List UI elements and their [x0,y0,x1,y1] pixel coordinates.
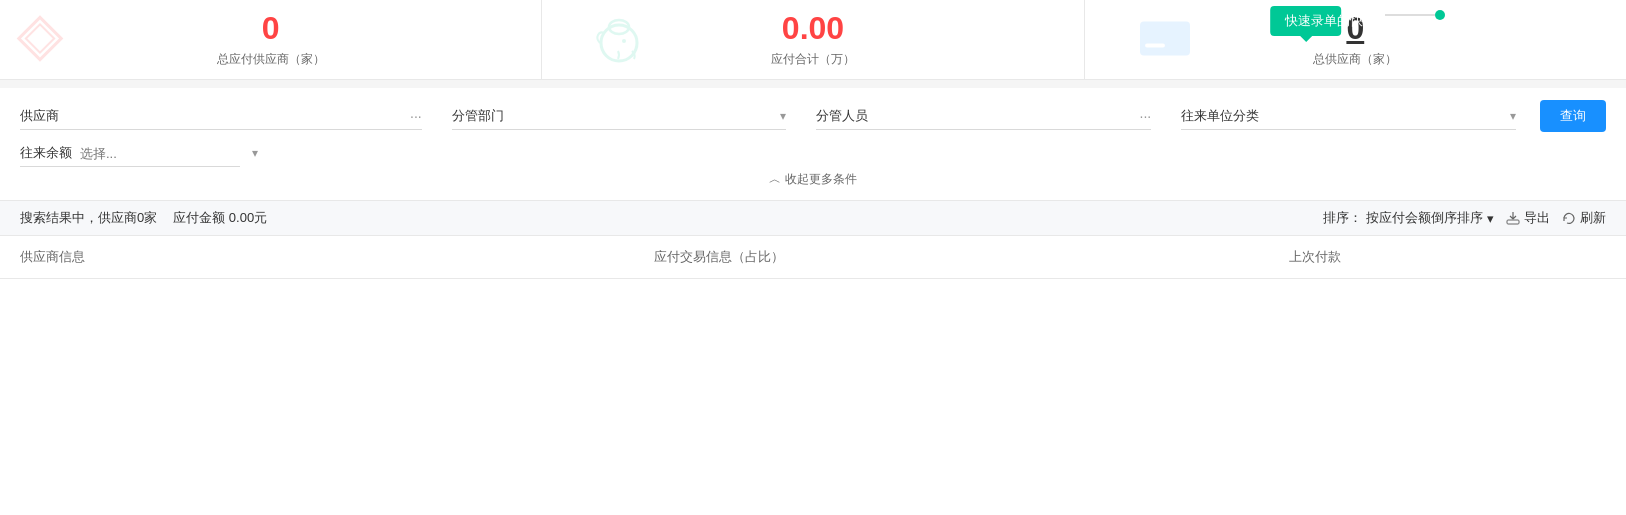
total-suppliers-label: 总供应商（家） [1313,51,1397,68]
collapse-section: ︿ 收起更多条件 [20,171,1606,188]
department-label: 分管部门 [452,107,504,125]
results-left: 搜索结果中，供应商0家 应付金额 0.00元 [20,209,267,227]
svg-rect-8 [1507,220,1519,224]
supplier-dots[interactable]: ··· [410,108,422,124]
money-icon [592,11,647,69]
table-col-supplier-info: 供应商信息 [20,248,654,266]
tooltip-dot [1435,10,1445,20]
sort-value: 按应付会额倒序排序 [1366,209,1483,227]
refresh-label: 刷新 [1580,209,1606,227]
table-header: 供应商信息 应付交易信息（占比） 上次付款 [0,236,1626,279]
table-col-last-payment: 上次付款 [1289,248,1606,266]
export-label: 导出 [1524,209,1550,227]
department-input[interactable] [512,108,777,123]
results-bar: 搜索结果中，供应商0家 应付金额 0.00元 排序： 按应付会额倒序排序 ▾ 导… [0,201,1626,236]
sort-button[interactable]: 排序： 按应付会额倒序排序 ▾ [1323,209,1494,227]
supplier-input[interactable] [67,108,406,123]
col3-label: 上次付款 [1289,249,1341,264]
page-container: 0 总应付供应商（家） 0.00 应付合计（万） [0,0,1626,515]
filter-unit-category: 往来单位分类 ▾ [1181,103,1516,130]
manager-dots[interactable]: ··· [1140,108,1152,124]
card-icon [1135,13,1195,66]
sort-label: 排序： [1323,209,1362,227]
unit-category-label: 往来单位分类 [1181,107,1259,125]
top-stats-bar: 0 总应付供应商（家） 0.00 应付合计（万） [0,0,1626,80]
unit-category-arrow-icon[interactable]: ▾ [1510,109,1516,123]
table-body [0,279,1626,515]
unit-category-input[interactable] [1267,108,1506,123]
table-col-transaction-info: 应付交易信息（占比） [654,248,1288,266]
tooltip-close-icon[interactable]: × [1462,13,1470,29]
export-button[interactable]: 导出 [1506,209,1550,227]
sort-arrow-icon: ▾ [1487,211,1494,226]
filter-row-1: 供应商 ··· 分管部门 ▾ 分管人员 ··· 往来单位分类 ▾ [20,100,1606,132]
balance-input[interactable] [80,146,248,161]
collapse-icon: ︿ [769,171,781,188]
tooltip-bubble: 快速录单的快捷键说明在这里 × [1271,6,1342,36]
manager-label: 分管人员 [816,107,868,125]
tooltip-line [1385,14,1435,16]
payable-suppliers-label: 总应付供应商（家） [217,51,325,68]
payable-total-number: 0.00 [782,11,844,46]
search-result-text: 搜索结果中，供应商0家 [20,209,157,227]
stat-payable-suppliers: 0 总应付供应商（家） [0,0,542,79]
refresh-icon [1562,211,1576,225]
filter-supplier: 供应商 ··· [20,103,422,130]
balance-label: 往来余额 [20,144,72,162]
stat-payable-total: 0.00 应付合计（万） [542,0,1084,79]
stat-total-suppliers: 快速录单的快捷键说明在这里 × 0 总供应商（家） [1085,0,1626,79]
filter-department: 分管部门 ▾ [452,103,787,130]
payable-suppliers-number: 0 [262,11,280,46]
svg-rect-7 [1145,43,1165,47]
svg-rect-6 [1140,31,1190,39]
supplier-label: 供应商 [20,107,59,125]
filter-row-2: 往来余额 ▾ [20,140,1606,167]
payable-total-label: 应付合计（万） [771,51,855,68]
filter-balance: 往来余额 ▾ [20,140,240,167]
filter-manager: 分管人员 ··· [816,103,1151,130]
svg-point-4 [622,39,626,43]
results-right: 排序： 按应付会额倒序排序 ▾ 导出 刷新 [1323,209,1606,227]
balance-arrow-icon[interactable]: ▾ [252,146,258,160]
filter-area: 供应商 ··· 分管部门 ▾ 分管人员 ··· 往来单位分类 ▾ [0,88,1626,201]
collapse-button[interactable]: ︿ 收起更多条件 [753,171,873,188]
refresh-button[interactable]: 刷新 [1562,209,1606,227]
search-button[interactable]: 查询 [1540,100,1606,132]
department-arrow-icon[interactable]: ▾ [780,109,786,123]
diamond-logo-icon [15,13,65,66]
payable-amount-text: 应付金额 0.00元 [173,209,267,227]
col2-label: 应付交易信息（占比） [654,249,784,264]
export-icon [1506,211,1520,225]
col1-label: 供应商信息 [20,249,85,264]
manager-input[interactable] [876,108,1135,123]
collapse-label: 收起更多条件 [785,171,857,188]
